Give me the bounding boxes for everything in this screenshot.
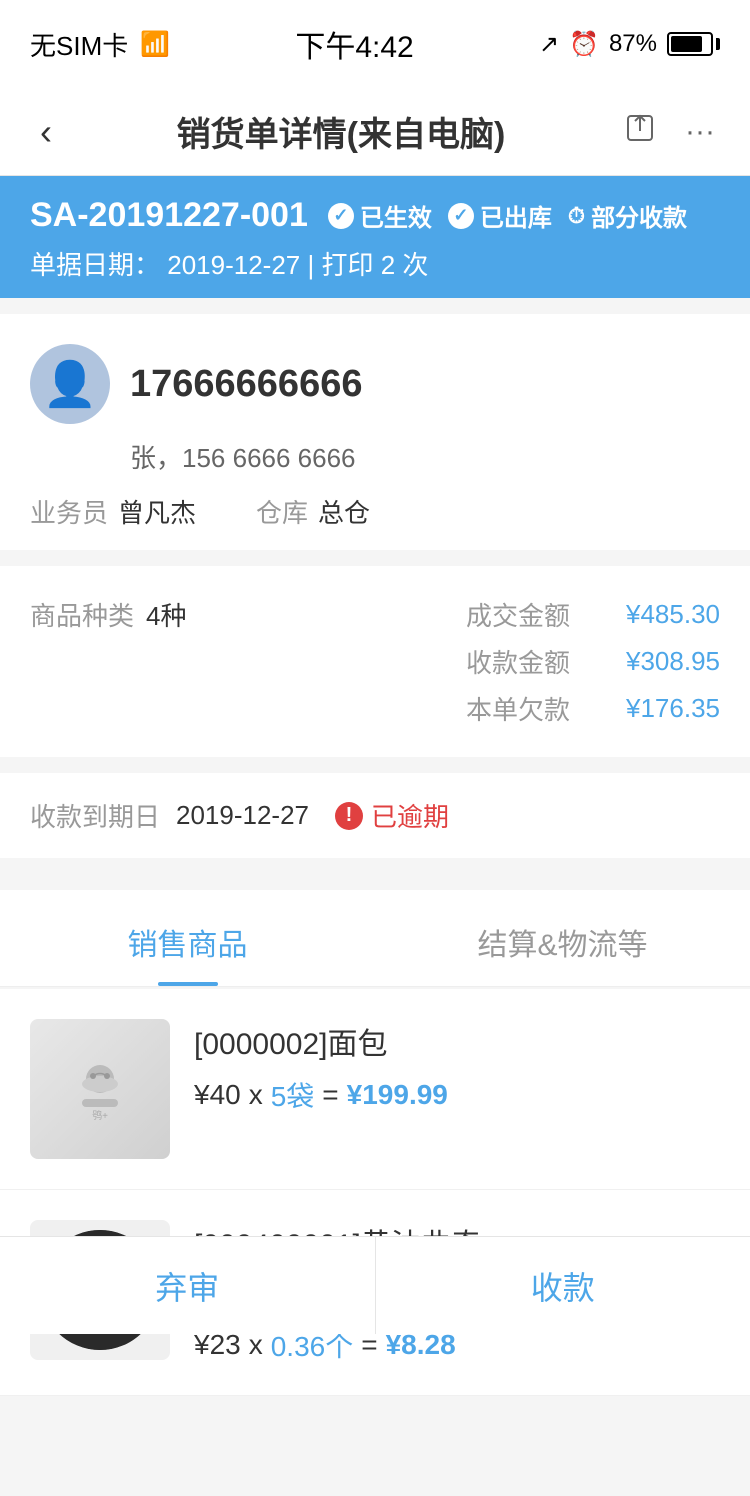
sales-name: 曾凡杰 bbox=[118, 493, 196, 530]
type-count: 4种 bbox=[146, 596, 186, 633]
customer-meta: 业务员 曾凡杰 仓库 总仓 bbox=[30, 493, 720, 530]
nav-actions: ··· bbox=[620, 108, 720, 156]
print-suffix: 次 bbox=[402, 250, 428, 280]
order-date-row: 单据日期： 2019-12-27 | 打印 2 次 bbox=[30, 245, 720, 282]
equals-sign-1: = bbox=[322, 1079, 338, 1111]
status-bar-left: 无SIM卡 📶 bbox=[30, 26, 170, 63]
order-id: SA-20191227-001 bbox=[30, 196, 308, 235]
divider-2 bbox=[0, 858, 750, 874]
badge-shipped-label: 已出库 bbox=[480, 198, 552, 233]
due-date-label: 收款到期日 bbox=[30, 797, 160, 834]
battery-icon bbox=[667, 32, 720, 56]
amount-label: 成交金额 bbox=[466, 596, 570, 633]
overdue-label: 已逾期 bbox=[371, 797, 449, 834]
overdue-badge: ! 已逾期 bbox=[335, 797, 449, 834]
tab-settlement-label: 结算&物流等 bbox=[477, 929, 647, 962]
debt-value: ¥176.35 bbox=[590, 693, 720, 724]
tab-products-label: 销售商品 bbox=[128, 929, 248, 962]
check-icon-2: ✓ bbox=[448, 203, 474, 229]
location-icon: ↗ bbox=[539, 30, 559, 59]
amount-value: ¥485.30 bbox=[590, 599, 720, 630]
status-bar-right: ↗ ⏰ 87% bbox=[539, 30, 720, 59]
battery-text: 87% bbox=[609, 30, 657, 58]
order-id-row: SA-20191227-001 ✓ 已生效 ✓ 已出库 ⏱ 部分收款 bbox=[30, 196, 720, 235]
badge-partial-label: 部分收款 bbox=[591, 198, 687, 233]
overdue-icon: ! bbox=[335, 802, 363, 830]
nav-bar: ‹ 销货单详情(来自电脑) ··· bbox=[0, 88, 750, 176]
badge-effective-label: 已生效 bbox=[360, 198, 432, 233]
back-button[interactable]: ‹ bbox=[30, 101, 62, 163]
debt-label: 本单欠款 bbox=[466, 690, 570, 727]
divider-1 bbox=[0, 550, 750, 566]
badge-shipped: ✓ 已出库 bbox=[448, 198, 552, 233]
cancel-audit-button[interactable]: 弃审 bbox=[0, 1237, 376, 1334]
share-button[interactable] bbox=[620, 108, 660, 156]
page-title: 销货单详情(来自电脑) bbox=[177, 107, 506, 156]
price-qty-1: 5袋 bbox=[271, 1075, 315, 1115]
price-base-1: ¥40 bbox=[194, 1079, 241, 1111]
product-info-1: [0000002]面包 ¥40 x 5袋 = ¥199.99 bbox=[194, 1019, 720, 1115]
tab-settlement[interactable]: 结算&物流等 bbox=[375, 890, 750, 986]
badge-effective: ✓ 已生效 bbox=[328, 198, 432, 233]
alarm-icon: ⏰ bbox=[569, 30, 599, 59]
products-section: 鸮+ [0000002]面包 ¥40 x 5袋 = ¥199.99 bbox=[0, 989, 750, 1396]
due-date-section: 收款到期日 2019-12-27 ! 已逾期 bbox=[0, 773, 750, 858]
stats-left: 商品种类 4种 bbox=[30, 596, 186, 633]
date-label: 单据日期： bbox=[30, 250, 160, 280]
customer-name: 张，156 6666 6666 bbox=[30, 438, 720, 475]
collect-payment-button[interactable]: 收款 bbox=[376, 1237, 750, 1334]
svg-text:鸮+: 鸮+ bbox=[92, 1109, 108, 1122]
header-banner: SA-20191227-001 ✓ 已生效 ✓ 已出库 ⏱ 部分收款 单据日期：… bbox=[0, 176, 750, 298]
status-badges: ✓ 已生效 ✓ 已出库 ⏱ 部分收款 bbox=[328, 198, 687, 233]
customer-top: 👤 17666666666 bbox=[30, 344, 720, 424]
wifi-icon: 📶 bbox=[140, 30, 170, 59]
tabs-section: 销售商品 结算&物流等 bbox=[0, 890, 750, 987]
stats-section: 商品种类 4种 成交金额 ¥485.30 收款金额 ¥308.95 本单欠款 ¥… bbox=[0, 566, 750, 757]
multiply-sign-1: x bbox=[249, 1079, 263, 1111]
price-total-1: ¥199.99 bbox=[347, 1079, 448, 1111]
product-price-1: ¥40 x 5袋 = ¥199.99 bbox=[194, 1075, 720, 1115]
more-button[interactable]: ··· bbox=[680, 110, 720, 154]
product-name-1: [0000002]面包 bbox=[194, 1019, 720, 1063]
sales-label: 业务员 bbox=[30, 493, 108, 530]
amount-row: 成交金额 ¥485.30 bbox=[466, 596, 720, 633]
product-thumbnail-1: 鸮+ bbox=[30, 1019, 170, 1159]
clock-icon: ⏱ bbox=[568, 203, 585, 229]
warehouse-label: 仓库 bbox=[256, 493, 308, 530]
bottom-bar: 弃审 收款 bbox=[0, 1236, 750, 1334]
customer-section: 👤 17666666666 张，156 6666 6666 业务员 曾凡杰 仓库… bbox=[0, 314, 750, 550]
stats-right: 成交金额 ¥485.30 收款金额 ¥308.95 本单欠款 ¥176.35 bbox=[466, 596, 720, 727]
type-label: 商品种类 bbox=[30, 596, 134, 633]
product-type-row: 商品种类 4种 bbox=[30, 596, 186, 633]
person-icon: 👤 bbox=[43, 358, 98, 410]
avatar: 👤 bbox=[30, 344, 110, 424]
warehouse: 仓库 总仓 bbox=[256, 493, 370, 530]
tab-products[interactable]: 销售商品 bbox=[0, 890, 375, 986]
due-date-value: 2019-12-27 bbox=[176, 800, 309, 831]
warehouse-name: 总仓 bbox=[318, 493, 370, 530]
check-icon-1: ✓ bbox=[328, 203, 354, 229]
received-value: ¥308.95 bbox=[590, 646, 720, 677]
badge-partial: ⏱ 部分收款 bbox=[568, 198, 687, 233]
received-label: 收款金额 bbox=[466, 643, 570, 680]
customer-phone: 17666666666 bbox=[130, 363, 362, 406]
status-bar-time: 下午4:42 bbox=[295, 22, 413, 66]
received-row: 收款金额 ¥308.95 bbox=[466, 643, 720, 680]
status-bar: 无SIM卡 📶 下午4:42 ↗ ⏰ 87% bbox=[0, 0, 750, 88]
print-count: 2 bbox=[381, 250, 395, 280]
thumb-placeholder-1: 鸮+ bbox=[30, 1019, 170, 1159]
sales-person: 业务员 曾凡杰 bbox=[30, 493, 196, 530]
list-item: 鸮+ [0000002]面包 ¥40 x 5袋 = ¥199.99 bbox=[0, 989, 750, 1190]
debt-row: 本单欠款 ¥176.35 bbox=[466, 690, 720, 727]
order-date: 2019-12-27 bbox=[167, 250, 300, 280]
carrier-text: 无SIM卡 bbox=[30, 26, 128, 63]
print-label: | 打印 bbox=[307, 250, 373, 280]
